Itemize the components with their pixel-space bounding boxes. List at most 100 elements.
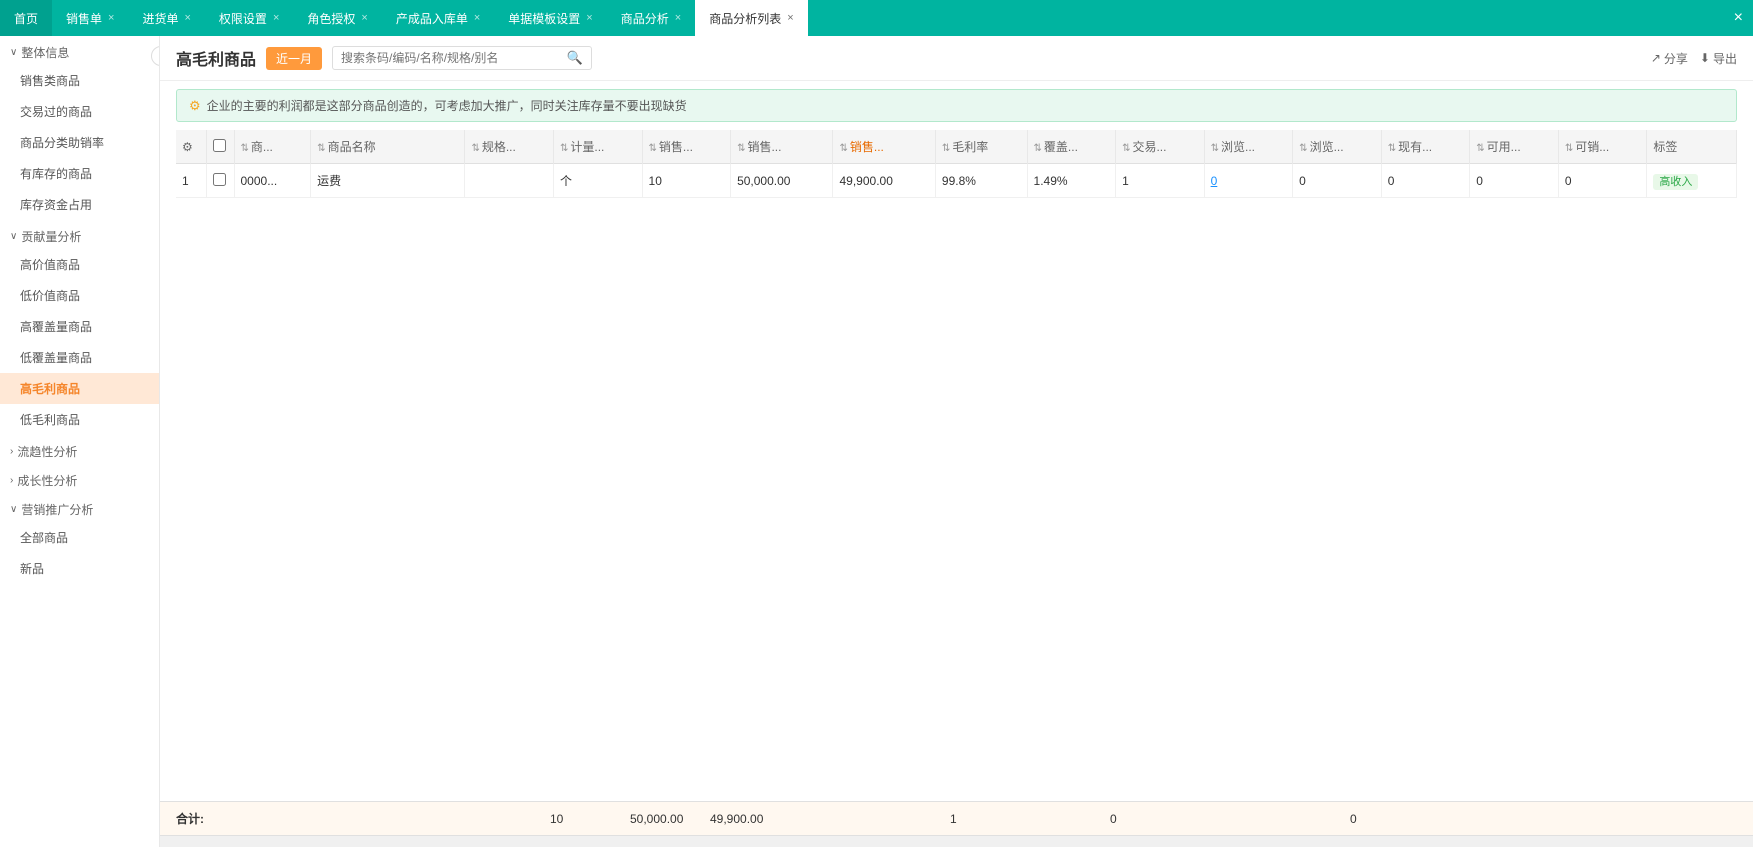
close-icon[interactable]: × <box>361 12 367 24</box>
nav-permissions[interactable]: 权限设置 × <box>205 0 293 36</box>
search-input[interactable] <box>341 51 567 65</box>
sidebar-item-stocked-goods[interactable]: 有库存的商品 <box>0 158 159 189</box>
footer-sales-amount: 50,000.00 <box>624 812 704 826</box>
close-icon[interactable]: × <box>586 12 592 24</box>
share-button[interactable]: ↗ 分享 <box>1651 50 1688 67</box>
nav-role-auth[interactable]: 角色授权 × <box>293 0 381 36</box>
row-code: 0000... <box>234 164 311 198</box>
col-sales-qty[interactable]: ⇅销售... <box>642 130 731 164</box>
content-area: 高毛利商品 近一月 🔍 ↗ 分享 ⬇ 导出 ⚙ 企业的主要的利润都是这部分商品创… <box>160 36 1753 847</box>
main-layout: 《 ∨ 整体信息 销售类商品 交易过的商品 商品分类助销率 有库存的商品 库存资… <box>0 36 1753 847</box>
sidebar-item-sales-goods[interactable]: 销售类商品 <box>0 65 159 96</box>
search-icon[interactable]: 🔍 <box>567 50 583 66</box>
nav-purchase[interactable]: 进货单 × <box>128 0 204 36</box>
col-available-stock[interactable]: ⇅可用... <box>1470 130 1559 164</box>
search-box: 🔍 <box>332 46 592 70</box>
nav-template-settings[interactable]: 单据模板设置 × <box>494 0 606 36</box>
footer-spacer2 <box>254 812 334 826</box>
footer-spacer5 <box>494 812 544 826</box>
sidebar-item-new-goods[interactable]: 新品 <box>0 553 159 584</box>
sidebar-group-overall[interactable]: ∨ 整体信息 <box>0 36 159 65</box>
col-trade-count[interactable]: ⇅交易... <box>1116 130 1205 164</box>
row-browse1[interactable]: 0 <box>1204 164 1293 198</box>
sidebar-group-marketing[interactable]: ∨ 营销推广分析 <box>0 493 159 522</box>
table-row: 1 0000... 运费 个 10 50,000.00 49,900.00 99… <box>176 164 1737 198</box>
sidebar-group-growth[interactable]: › 成长性分析 <box>0 464 159 493</box>
window-close-icon[interactable]: × <box>1734 9 1743 27</box>
top-navigation: 首页 销售单 × 进货单 × 权限设置 × 角色授权 × 产成品入库单 × 单据… <box>0 0 1753 36</box>
share-icon: ↗ <box>1651 51 1661 65</box>
row-checkbox-cell[interactable] <box>206 164 234 198</box>
filter-recent-month-button[interactable]: 近一月 <box>266 47 322 70</box>
col-checkbox <box>206 130 234 164</box>
sidebar-item-category-rate[interactable]: 商品分类助销率 <box>0 127 159 158</box>
sidebar: 《 ∨ 整体信息 销售类商品 交易过的商品 商品分类助销率 有库存的商品 库存资… <box>0 36 160 847</box>
export-button[interactable]: ⬇ 导出 <box>1700 50 1737 67</box>
col-browse2[interactable]: ⇅浏览... <box>1293 130 1382 164</box>
footer-sales-qty: 10 <box>544 812 624 826</box>
nav-product-inbound[interactable]: 产成品入库单 × <box>382 0 494 36</box>
close-icon[interactable]: × <box>787 12 793 24</box>
sidebar-item-low-margin[interactable]: 低毛利商品 <box>0 404 159 435</box>
sidebar-item-stock-capital[interactable]: 库存资金占用 <box>0 189 159 220</box>
select-all-checkbox[interactable] <box>213 139 226 152</box>
col-tag[interactable]: 标签 <box>1647 130 1737 164</box>
col-browse1[interactable]: ⇅浏览... <box>1204 130 1293 164</box>
row-tag: 高收入 <box>1647 164 1737 198</box>
close-icon[interactable]: × <box>675 12 681 24</box>
col-gross-margin[interactable]: ⇅毛利率 <box>935 130 1027 164</box>
footer-values: 10 50,000.00 49,900.00 1 0 0 <box>226 812 1737 826</box>
nav-product-analysis-list[interactable]: 商品分析列表 × <box>695 0 807 36</box>
col-name[interactable]: ⇅商品名称 <box>311 130 465 164</box>
chevron-down-icon: ∨ <box>10 47 17 58</box>
info-banner: ⚙ 企业的主要的利润都是这部分商品创造的，可考虑加大推广，同时关注库存量不要出现… <box>176 89 1737 122</box>
col-current-stock[interactable]: ⇅现有... <box>1381 130 1470 164</box>
header-actions: ↗ 分享 ⬇ 导出 <box>1651 50 1737 67</box>
footer-available-stock <box>1264 812 1344 826</box>
sidebar-item-high-margin[interactable]: 高毛利商品 <box>0 373 159 404</box>
page-title: 高毛利商品 <box>176 46 256 70</box>
col-sellable-days[interactable]: ⇅可销... <box>1558 130 1647 164</box>
close-icon[interactable]: × <box>108 12 114 24</box>
col-code[interactable]: ⇅商... <box>234 130 311 164</box>
sidebar-group-trend[interactable]: › 流趋性分析 <box>0 435 159 464</box>
sidebar-item-low-value[interactable]: 低价值商品 <box>0 280 159 311</box>
content-header: 高毛利商品 近一月 🔍 ↗ 分享 ⬇ 导出 <box>160 36 1753 81</box>
sidebar-group-contribution[interactable]: ∨ 贡献量分析 <box>0 220 159 249</box>
row-available-stock: 0 <box>1470 164 1559 198</box>
sidebar-item-high-coverage[interactable]: 高覆盖量商品 <box>0 311 159 342</box>
col-coverage[interactable]: ⇅覆盖... <box>1027 130 1116 164</box>
close-icon[interactable]: × <box>474 12 480 24</box>
chevron-down-icon: ∨ <box>10 231 17 242</box>
horizontal-scrollbar[interactable] <box>160 835 1753 847</box>
col-sales-profit[interactable]: ⇅销售... <box>833 130 935 164</box>
row-unit: 个 <box>553 164 642 198</box>
col-spec[interactable]: ⇅规格... <box>465 130 554 164</box>
row-coverage: 1.49% <box>1027 164 1116 198</box>
info-icon: ⚙ <box>189 98 201 114</box>
sidebar-item-traded-goods[interactable]: 交易过的商品 <box>0 96 159 127</box>
row-index: 1 <box>176 164 206 198</box>
nav-sales[interactable]: 销售单 × <box>52 0 128 36</box>
footer-sellable-days: 0 <box>1344 812 1424 826</box>
nav-home[interactable]: 首页 <box>0 0 52 36</box>
row-spec <box>465 164 554 198</box>
footer-gross-margin <box>784 812 864 826</box>
row-browse2: 0 <box>1293 164 1382 198</box>
sidebar-item-low-coverage[interactable]: 低覆盖量商品 <box>0 342 159 373</box>
sidebar-item-all-goods[interactable]: 全部商品 <box>0 522 159 553</box>
row-sales-amount: 50,000.00 <box>731 164 833 198</box>
col-sales-amount[interactable]: ⇅销售... <box>731 130 833 164</box>
row-checkbox[interactable] <box>213 173 226 186</box>
footer-current-stock <box>1184 812 1264 826</box>
close-icon[interactable]: × <box>273 12 279 24</box>
col-settings[interactable]: ⚙ <box>176 130 206 164</box>
sidebar-item-high-value[interactable]: 高价值商品 <box>0 249 159 280</box>
row-sales-qty: 10 <box>642 164 731 198</box>
row-sellable-days: 0 <box>1558 164 1647 198</box>
col-unit[interactable]: ⇅计量... <box>553 130 642 164</box>
nav-product-analysis[interactable]: 商品分析 × <box>607 0 695 36</box>
product-table: ⚙ ⇅商... ⇅商品名称 ⇅规格... ⇅计量... ⇅销售... ⇅销售..… <box>176 130 1737 198</box>
chevron-right-icon: › <box>10 475 13 486</box>
close-icon[interactable]: × <box>184 12 190 24</box>
